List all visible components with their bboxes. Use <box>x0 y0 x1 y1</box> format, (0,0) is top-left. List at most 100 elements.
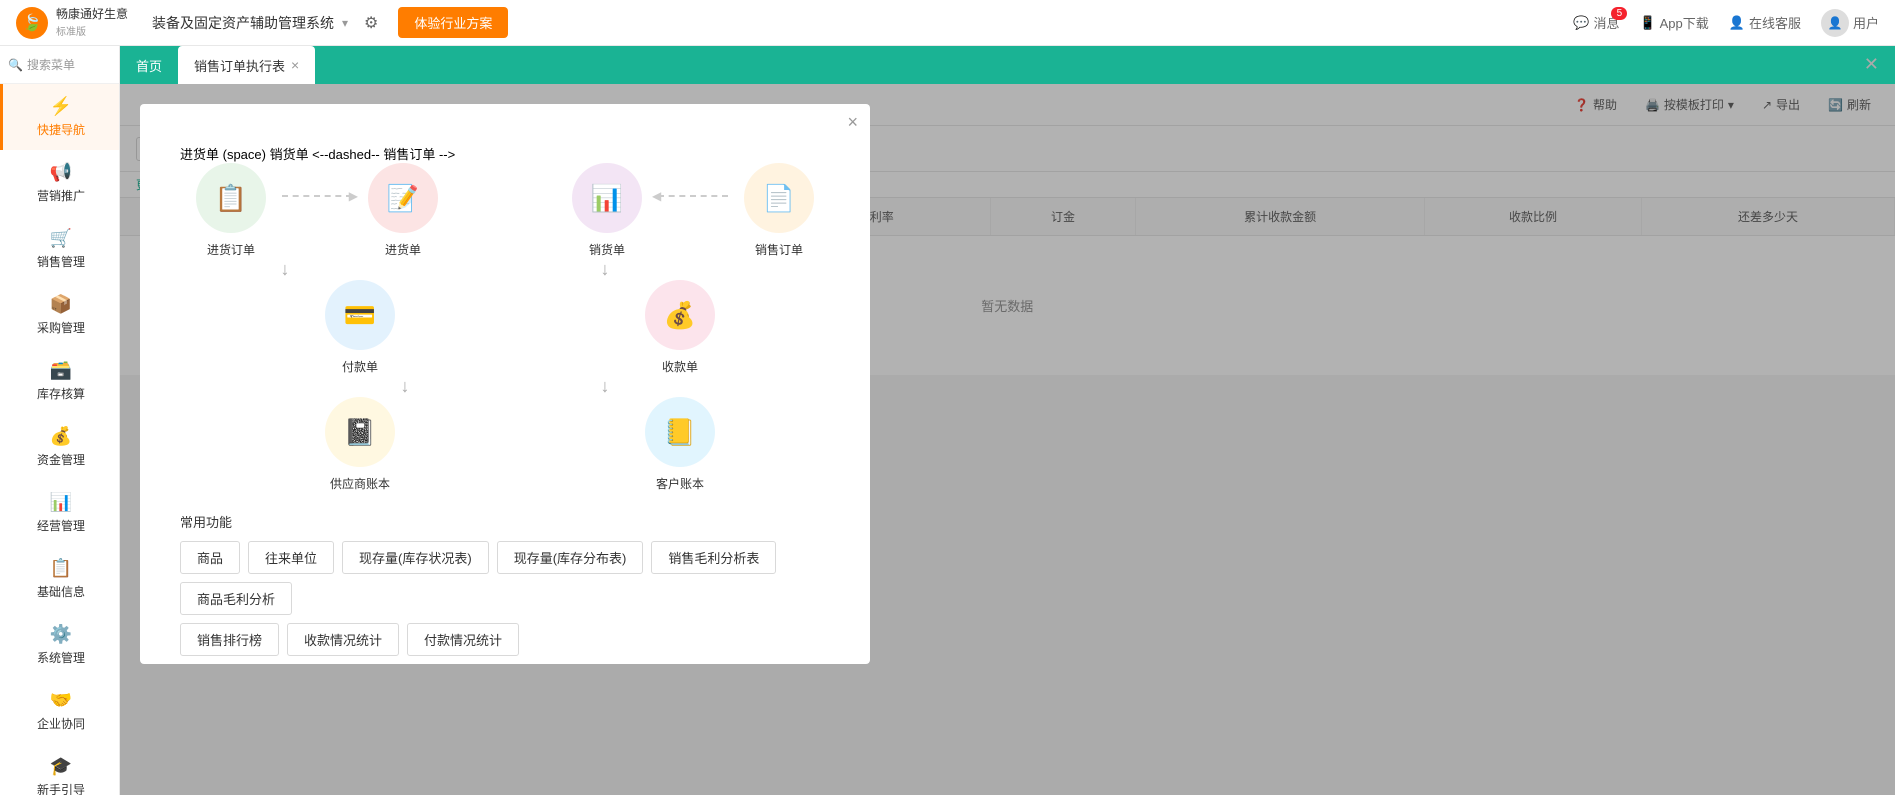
logo-text-block: 畅康通好生意 标准版 <box>56 7 128 38</box>
app-download-button[interactable]: 📱 App下载 <box>1639 13 1708 32</box>
receipt-icon: 💰 <box>645 280 715 350</box>
message-badge: 5 <box>1611 7 1627 20</box>
func-btn-现存量(库存分布表)[interactable]: 现存量(库存分布表) <box>497 541 644 574</box>
sidebar-item-enterprise[interactable]: 🤝 企业协同 <box>0 678 119 744</box>
system-icon: ⚙️ <box>50 624 72 645</box>
system-label: 系统管理 <box>37 649 85 666</box>
search-menu-trigger[interactable]: 🔍 搜索菜单 <box>8 56 111 73</box>
gear-icon[interactable]: ⚙ <box>364 13 378 33</box>
modal-box: × 进货单 (space) 销货单 <--dashed-- 销售订单 --> 📋 <box>140 104 870 664</box>
sidebar-item-newbie[interactable]: 🎓 新手引导 <box>0 744 119 795</box>
flow-node-purchase-bill[interactable]: 📝 进货单 <box>352 163 454 258</box>
newbie-label: 新手引导 <box>37 781 85 795</box>
basic-label: 基础信息 <box>37 583 85 600</box>
sidebar-search-area[interactable]: 🔍 搜索菜单 <box>0 46 119 84</box>
sidebar-item-quick-nav[interactable]: ⚡ 快捷导航 <box>0 84 119 150</box>
search-icon: 🔍 <box>8 58 23 72</box>
sale-order-icon: 📄 <box>744 163 814 233</box>
flow-node-receipt[interactable]: 💰 收款单 <box>620 280 740 375</box>
sidebar-item-marketing[interactable]: 📢 营销推广 <box>0 150 119 216</box>
sidebar-item-operation[interactable]: 📊 经营管理 <box>0 480 119 546</box>
flow-node-sale-bill[interactable]: 📊 销货单 <box>556 163 658 258</box>
inventory-label: 库存核算 <box>37 385 85 402</box>
message-icon: 💬 <box>1573 15 1589 31</box>
logo-name: 畅康通好生意 <box>56 7 128 23</box>
user-button[interactable]: 👤 用户 <box>1821 9 1879 37</box>
marketing-icon: 📢 <box>50 162 72 183</box>
quick-nav-label: 快捷导航 <box>37 121 85 138</box>
sale-bill-label: 销货单 <box>589 241 625 258</box>
finance-icon: 💰 <box>50 426 72 447</box>
operation-icon: 📊 <box>50 492 72 513</box>
common-functions: 常用功能 商品往来单位现存量(库存状况表)现存量(库存分布表)销售毛利分析表商品… <box>180 512 830 656</box>
sidebar-item-finance[interactable]: 💰 资金管理 <box>0 414 119 480</box>
modal-content: 进货单 (space) 销货单 <--dashed-- 销售订单 --> 📋 进… <box>140 104 870 664</box>
content-area: ❓ 帮助 🖨️ 按模板打印 ▾ ↗ 导出 🔄 刷新 📅 单据状态 <box>120 84 1895 795</box>
purchase-icon: 📦 <box>50 294 72 315</box>
sidebar-item-basic[interactable]: 📋 基础信息 <box>0 546 119 612</box>
message-button[interactable]: 💬 消息 5 <box>1573 13 1619 32</box>
flow-diagram: 进货单 (space) 销货单 <--dashed-- 销售订单 --> 📋 进… <box>180 134 830 502</box>
tab-sales-order[interactable]: 销售订单执行表 × <box>178 46 315 84</box>
system-title-area: 装备及固定资产辅助管理系统 ▾ ⚙ 体验行业方案 <box>152 7 508 38</box>
search-menu-label: 搜索菜单 <box>27 56 75 73</box>
payment-label: 付款单 <box>342 358 378 375</box>
main-content: 首页销售订单执行表× ✕ ❓ 帮助 🖨️ 按模板打印 ▾ ↗ 导出 🔄 刷新 <box>120 46 1895 795</box>
quick-nav-icon: ⚡ <box>50 96 72 117</box>
system-dropdown-icon[interactable]: ▾ <box>342 16 348 30</box>
tab-home[interactable]: 首页 <box>120 46 178 84</box>
enterprise-label: 企业协同 <box>37 715 85 732</box>
user-label: 用户 <box>1853 13 1879 32</box>
enterprise-icon: 🤝 <box>50 690 72 711</box>
sidebar-item-inventory[interactable]: 🗃️ 库存核算 <box>0 348 119 414</box>
purchase-label: 采购管理 <box>37 319 85 336</box>
purchase-order-icon: 📋 <box>196 163 266 233</box>
sales-label: 销售管理 <box>37 253 85 270</box>
supplier-account-icon: 📓 <box>325 397 395 467</box>
flow-node-supplier-account[interactable]: 📓 供应商账本 <box>300 397 420 492</box>
sale-order-label: 销售订单 <box>755 241 803 258</box>
func-btn-收款情况统计[interactable]: 收款情况统计 <box>287 623 399 656</box>
app-label: App下载 <box>1660 13 1709 32</box>
purchase-order-label: 进货订单 <box>207 241 255 258</box>
func-btn-销售毛利分析表[interactable]: 销售毛利分析表 <box>651 541 776 574</box>
top-header: 🍃 畅康通好生意 标准版 装备及固定资产辅助管理系统 ▾ ⚙ 体验行业方案 💬 … <box>0 0 1895 46</box>
sidebar-item-system[interactable]: ⚙️ 系统管理 <box>0 612 119 678</box>
service-icon: 👤 <box>1729 15 1745 31</box>
payment-icon: 💳 <box>325 280 395 350</box>
sale-bill-icon: 📊 <box>572 163 642 233</box>
common-functions-title: 常用功能 <box>180 512 830 531</box>
receipt-label: 收款单 <box>662 358 698 375</box>
tab-label-sales-order: 销售订单执行表 <box>194 56 285 75</box>
flow-node-customer-account[interactable]: 📒 客户账本 <box>620 397 740 492</box>
func-btn-销售排行榜[interactable]: 销售排行榜 <box>180 623 279 656</box>
header-right: 💬 消息 5 📱 App下载 👤 在线客服 👤 用户 <box>1573 9 1879 37</box>
tab-close-sales-order[interactable]: × <box>291 57 299 73</box>
flow-node-sale-order[interactable]: 📄 销售订单 <box>728 163 830 258</box>
customer-account-icon: 📒 <box>645 397 715 467</box>
tab-bar: 首页销售订单执行表 × ✕ <box>120 46 1895 84</box>
func-btn-商品[interactable]: 商品 <box>180 541 240 574</box>
purchase-bill-label: 进货单 <box>385 241 421 258</box>
sidebar: 🔍 搜索菜单 ⚡ 快捷导航 📢 营销推广 🛒 销售管理 📦 采购管理 🗃️ 库存… <box>0 46 120 795</box>
sidebar-item-sales[interactable]: 🛒 销售管理 <box>0 216 119 282</box>
func-btn-商品毛利分析[interactable]: 商品毛利分析 <box>180 582 292 615</box>
newbie-icon: 🎓 <box>50 756 72 777</box>
trial-button[interactable]: 体验行业方案 <box>398 7 508 38</box>
func-btn-往来单位[interactable]: 往来单位 <box>248 541 334 574</box>
flow-node-payment[interactable]: 💳 付款单 <box>300 280 420 375</box>
purchase-bill-icon: 📝 <box>368 163 438 233</box>
modal-close-button[interactable]: × <box>847 112 858 133</box>
logo-area: 🍃 畅康通好生意 标准版 <box>16 7 136 39</box>
logo-sub: 标准版 <box>56 23 128 38</box>
marketing-label: 营销推广 <box>37 187 85 204</box>
logo-icon: 🍃 <box>16 7 48 39</box>
flow-node-purchase-order[interactable]: 📋 进货订单 <box>180 163 282 258</box>
sidebar-item-purchase[interactable]: 📦 采购管理 <box>0 282 119 348</box>
func-btn-付款情况统计[interactable]: 付款情况统计 <box>407 623 519 656</box>
func-btn-现存量(库存状况表)[interactable]: 现存量(库存状况表) <box>342 541 489 574</box>
supplier-account-label: 供应商账本 <box>330 475 390 492</box>
online-service-button[interactable]: 👤 在线客服 <box>1729 13 1801 32</box>
avatar: 👤 <box>1821 9 1849 37</box>
window-close-button[interactable]: ✕ <box>1848 46 1895 83</box>
